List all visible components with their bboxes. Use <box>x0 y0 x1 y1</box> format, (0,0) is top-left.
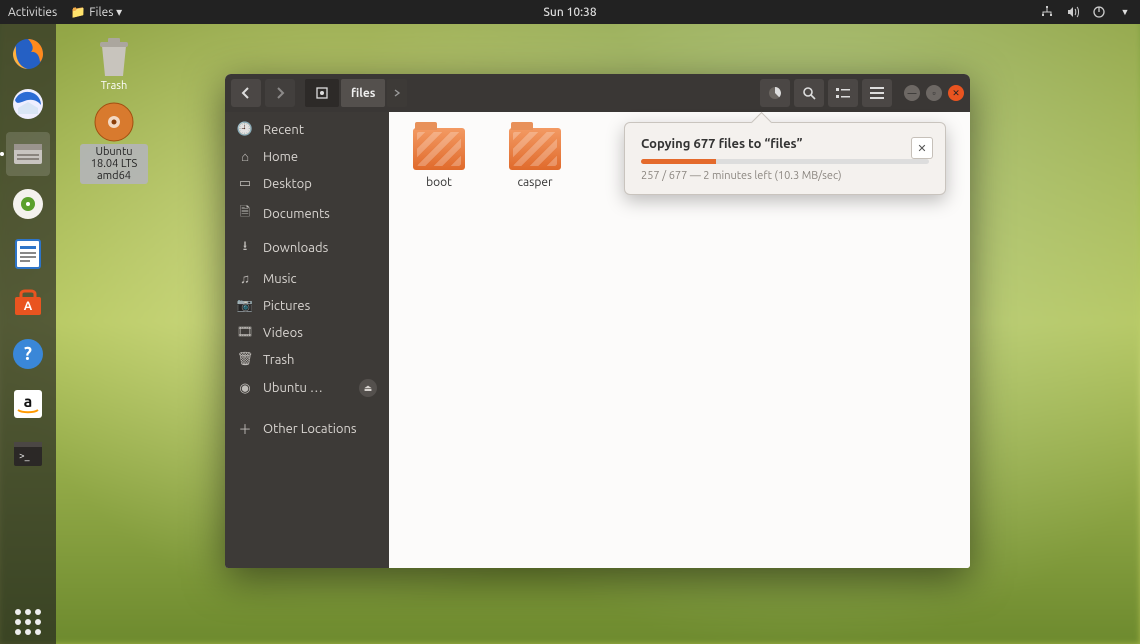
svg-text:?: ? <box>24 344 32 364</box>
music-icon: ♫ <box>237 271 253 286</box>
activities-button[interactable]: Activities <box>8 6 57 19</box>
sidebar-item-label: Home <box>263 150 298 164</box>
desktop-dvd-label: Ubuntu 18.04 LTS amd64 <box>80 144 148 184</box>
camera-icon: 📷 <box>237 298 253 313</box>
sidebar-item-trash[interactable]: 🗑 Trash <box>225 346 389 373</box>
cancel-copy-button[interactable]: ✕ <box>911 137 933 159</box>
progress-indicator-button[interactable] <box>760 79 790 107</box>
progress-bar <box>641 159 929 164</box>
sidebar-item-label: Recent <box>263 123 304 137</box>
sidebar-item-label: Videos <box>263 326 303 340</box>
trash-icon <box>92 36 136 80</box>
folder-label: casper <box>517 176 552 189</box>
files-window: files — ▫ ✕ 🕘 <box>225 74 970 568</box>
copy-progress-popover: Copying 677 files to “files” 257 / 677 —… <box>624 122 946 195</box>
dock-terminal[interactable]: >_ <box>6 432 50 476</box>
clock[interactable]: Sun 10:38 <box>543 6 596 19</box>
dock-amazon[interactable]: a <box>6 382 50 426</box>
hamburger-menu-button[interactable] <box>862 79 892 107</box>
desktop-trash[interactable]: Trash <box>80 36 148 92</box>
disc-icon <box>92 100 136 144</box>
copy-title: Copying 677 files to “files” <box>641 137 929 151</box>
folder-casper[interactable]: casper <box>501 128 569 189</box>
headerbar: files — ▫ ✕ <box>225 74 970 112</box>
desktop-icons: Trash Ubuntu 18.04 LTS amd64 <box>80 36 148 184</box>
sidebar-item-label: Documents <box>263 207 330 221</box>
window-minimize[interactable]: — <box>904 85 920 101</box>
path-next-icon[interactable] <box>387 79 407 107</box>
desktop-dvd[interactable]: Ubuntu 18.04 LTS amd64 <box>80 100 148 184</box>
window-maximize[interactable]: ▫ <box>926 85 942 101</box>
folder-boot[interactable]: boot <box>405 128 473 189</box>
files-icon: 📁 <box>71 5 85 19</box>
app-menu[interactable]: 📁 Files ▾ <box>71 5 122 19</box>
volume-icon[interactable] <box>1066 5 1080 19</box>
sidebar-item-other-locations[interactable]: ＋ Other Locations <box>225 413 389 444</box>
sidebar-item-ubuntu-disc[interactable]: ◉ Ubuntu … ⏏ <box>225 373 389 403</box>
sidebar-item-pictures[interactable]: 📷 Pictures <box>225 292 389 319</box>
sidebar-item-label: Trash <box>263 353 294 367</box>
path-current[interactable]: files <box>341 79 385 107</box>
dock-thunderbird[interactable] <box>6 82 50 126</box>
sidebar-item-label: Desktop <box>263 177 312 191</box>
sidebar: 🕘 Recent ⌂ Home ▭ Desktop 🗎 Documents ⭳ Downl… <box>225 112 389 568</box>
app-menu-label: Files ▾ <box>89 5 122 19</box>
sidebar-item-label: Pictures <box>263 299 310 313</box>
sidebar-item-recent[interactable]: 🕘 Recent <box>225 116 389 143</box>
dock-files[interactable] <box>6 132 50 176</box>
folder-icon: ▭ <box>237 176 253 191</box>
pathbar: files <box>305 79 407 107</box>
document-icon: 🗎 <box>237 203 253 225</box>
view-toggle-button[interactable] <box>828 79 858 107</box>
sidebar-item-home[interactable]: ⌂ Home <box>225 143 389 170</box>
plus-icon: ＋ <box>237 419 253 438</box>
folder-label: boot <box>426 176 452 189</box>
svg-text:a: a <box>24 393 33 411</box>
sidebar-item-downloads[interactable]: ⭳ Downloads <box>225 231 389 265</box>
copy-detail: 257 / 677 — 2 minutes left (10.3 MB/sec) <box>641 170 929 182</box>
home-icon: ⌂ <box>237 149 253 164</box>
sidebar-item-music[interactable]: ♫ Music <box>225 265 389 292</box>
sidebar-item-label: Ubuntu … <box>263 381 323 395</box>
dock-libreoffice-writer[interactable] <box>6 232 50 276</box>
dock-rhythmbox[interactable] <box>6 182 50 226</box>
svg-text:>_: >_ <box>19 450 30 461</box>
folder-icon <box>509 128 561 170</box>
dock: A ? a >_ <box>0 24 56 644</box>
gnome-topbar: Activities 📁 Files ▾ Sun 10:38 ▼ <box>0 0 1140 24</box>
chevron-down-icon[interactable]: ▼ <box>1118 5 1132 19</box>
desktop-trash-label: Trash <box>101 80 128 92</box>
forward-button[interactable] <box>265 79 295 107</box>
sidebar-item-desktop[interactable]: ▭ Desktop <box>225 170 389 197</box>
search-button[interactable] <box>794 79 824 107</box>
power-icon[interactable] <box>1092 5 1106 19</box>
dock-help[interactable]: ? <box>6 332 50 376</box>
dock-ubuntu-software[interactable]: A <box>6 282 50 326</box>
network-icon[interactable] <box>1040 5 1054 19</box>
sidebar-item-label: Music <box>263 272 297 286</box>
video-icon: 🎞 <box>237 325 253 340</box>
disc-icon: ◉ <box>237 381 253 396</box>
back-button[interactable] <box>231 79 261 107</box>
clock-icon: 🕘 <box>237 122 253 137</box>
show-applications[interactable] <box>6 600 50 644</box>
sidebar-item-documents[interactable]: 🗎 Documents <box>225 197 389 231</box>
download-icon: ⭳ <box>237 237 253 259</box>
eject-icon[interactable]: ⏏ <box>359 379 377 397</box>
sidebar-item-label: Downloads <box>263 241 328 255</box>
path-root-icon[interactable] <box>305 79 339 107</box>
svg-text:A: A <box>24 300 33 313</box>
sidebar-item-videos[interactable]: 🎞 Videos <box>225 319 389 346</box>
sidebar-item-label: Other Locations <box>263 422 357 436</box>
dock-firefox[interactable] <box>6 32 50 76</box>
window-close[interactable]: ✕ <box>948 85 964 101</box>
trash-icon: 🗑 <box>237 352 253 367</box>
folder-icon <box>413 128 465 170</box>
